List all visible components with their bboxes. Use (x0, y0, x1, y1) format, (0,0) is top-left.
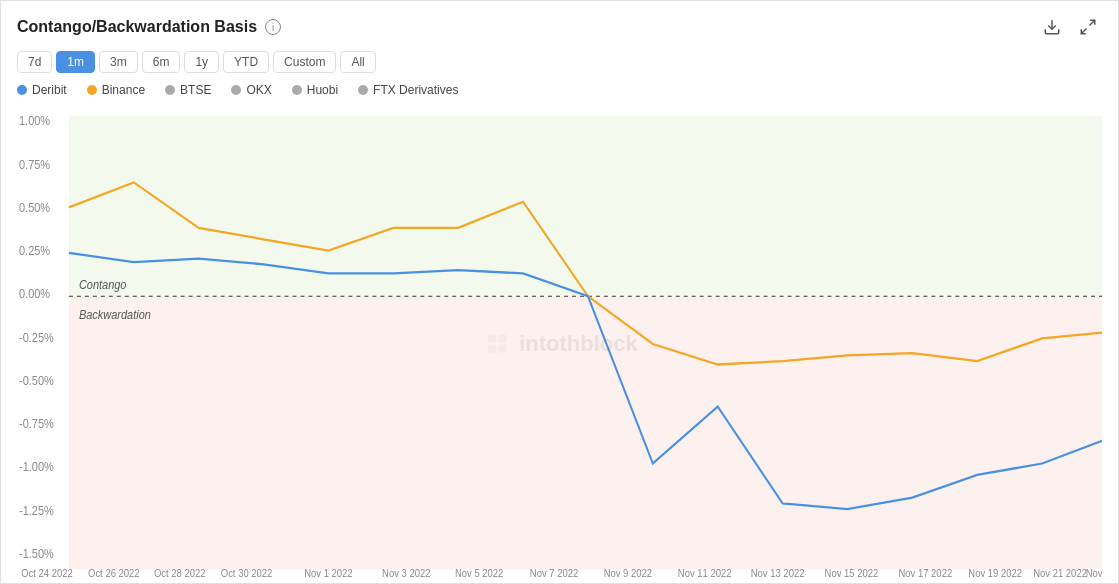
legend-btse: BTSE (165, 83, 211, 97)
svg-text:Nov 19 2022: Nov 19 2022 (968, 568, 1022, 580)
legend-okx: OKX (231, 83, 271, 97)
svg-line-1 (1090, 20, 1095, 25)
filter-1m[interactable]: 1m (56, 51, 95, 73)
filter-ytd[interactable]: YTD (223, 51, 269, 73)
svg-text:0.75%: 0.75% (19, 157, 51, 171)
legend-binance: Binance (87, 83, 145, 97)
svg-text:-0.25%: -0.25% (19, 330, 54, 344)
svg-text:Oct 30 2022: Oct 30 2022 (221, 568, 273, 580)
svg-text:-1.50%: -1.50% (19, 546, 54, 560)
info-icon[interactable]: i (265, 19, 281, 35)
deribit-label: Deribit (32, 83, 67, 97)
svg-line-2 (1081, 29, 1086, 34)
svg-rect-19 (69, 296, 1102, 569)
svg-text:-1.00%: -1.00% (19, 460, 54, 474)
svg-text:Nov 17 2022: Nov 17 2022 (898, 568, 952, 580)
svg-text:0.50%: 0.50% (19, 200, 51, 214)
filter-6m[interactable]: 6m (142, 51, 181, 73)
svg-text:Nov 9 2022: Nov 9 2022 (604, 568, 653, 580)
header-actions (1038, 13, 1102, 41)
btse-dot (165, 85, 175, 95)
svg-text:Nov 1 2022: Nov 1 2022 (304, 568, 353, 580)
filter-7d[interactable]: 7d (17, 51, 52, 73)
okx-dot (231, 85, 241, 95)
binance-label: Binance (102, 83, 145, 97)
ftx-dot (358, 85, 368, 95)
svg-text:Nov 3 2022: Nov 3 2022 (382, 568, 431, 580)
time-filters: 7d 1m 3m 6m 1y YTD Custom All (17, 51, 1102, 73)
svg-text:0.00%: 0.00% (19, 287, 51, 301)
svg-text:Oct 28 2022: Oct 28 2022 (154, 568, 206, 580)
svg-text:Nov 7 2022: Nov 7 2022 (530, 568, 579, 580)
svg-text:Nov 21 2022: Nov 21 2022 (1033, 568, 1087, 580)
huobi-label: Huobi (307, 83, 338, 97)
deribit-dot (17, 85, 27, 95)
chart-area: intothblock 1.00% 0.75% 0.50% 0.25% 0.00… (17, 105, 1102, 583)
download-button[interactable] (1038, 13, 1066, 41)
filter-3m[interactable]: 3m (99, 51, 138, 73)
svg-text:-0.50%: -0.50% (19, 373, 54, 387)
svg-text:Nov 11 2022: Nov 11 2022 (678, 568, 732, 580)
legend-ftx: FTX Derivatives (358, 83, 458, 97)
svg-text:Contango: Contango (79, 278, 127, 292)
expand-button[interactable] (1074, 13, 1102, 41)
svg-text:-0.75%: -0.75% (19, 417, 54, 431)
filter-all[interactable]: All (340, 51, 375, 73)
svg-text:Oct 26 2022: Oct 26 2022 (88, 568, 140, 580)
svg-text:Nov 13 2022: Nov 13 2022 (751, 568, 805, 580)
svg-text:Nov 15 2022: Nov 15 2022 (825, 568, 879, 580)
svg-text:Backwardation: Backwardation (79, 307, 151, 321)
title-row: Contango/Backwardation Basis i (17, 18, 281, 36)
huobi-dot (292, 85, 302, 95)
binance-dot (87, 85, 97, 95)
ftx-label: FTX Derivatives (373, 83, 458, 97)
svg-text:1.00%: 1.00% (19, 114, 51, 128)
svg-text:Oct 24 2022: Oct 24 2022 (21, 568, 73, 580)
svg-rect-18 (69, 116, 1102, 296)
filter-1y[interactable]: 1y (184, 51, 219, 73)
svg-text:Nov 5 2022: Nov 5 2022 (455, 568, 504, 580)
legend-deribit: Deribit (17, 83, 67, 97)
legend: Deribit Binance BTSE OKX Huobi FTX Deriv… (17, 83, 1102, 97)
header: Contango/Backwardation Basis i (17, 13, 1102, 41)
main-container: Contango/Backwardation Basis i (0, 0, 1119, 584)
svg-text:Nov 2...: Nov 2... (1086, 568, 1102, 580)
okx-label: OKX (246, 83, 271, 97)
chart-svg: 1.00% 0.75% 0.50% 0.25% 0.00% -0.25% -0.… (17, 105, 1102, 583)
legend-huobi: Huobi (292, 83, 338, 97)
filter-custom[interactable]: Custom (273, 51, 336, 73)
svg-text:0.25%: 0.25% (19, 244, 51, 258)
page-title: Contango/Backwardation Basis (17, 18, 257, 36)
svg-text:-1.25%: -1.25% (19, 503, 54, 517)
btse-label: BTSE (180, 83, 211, 97)
